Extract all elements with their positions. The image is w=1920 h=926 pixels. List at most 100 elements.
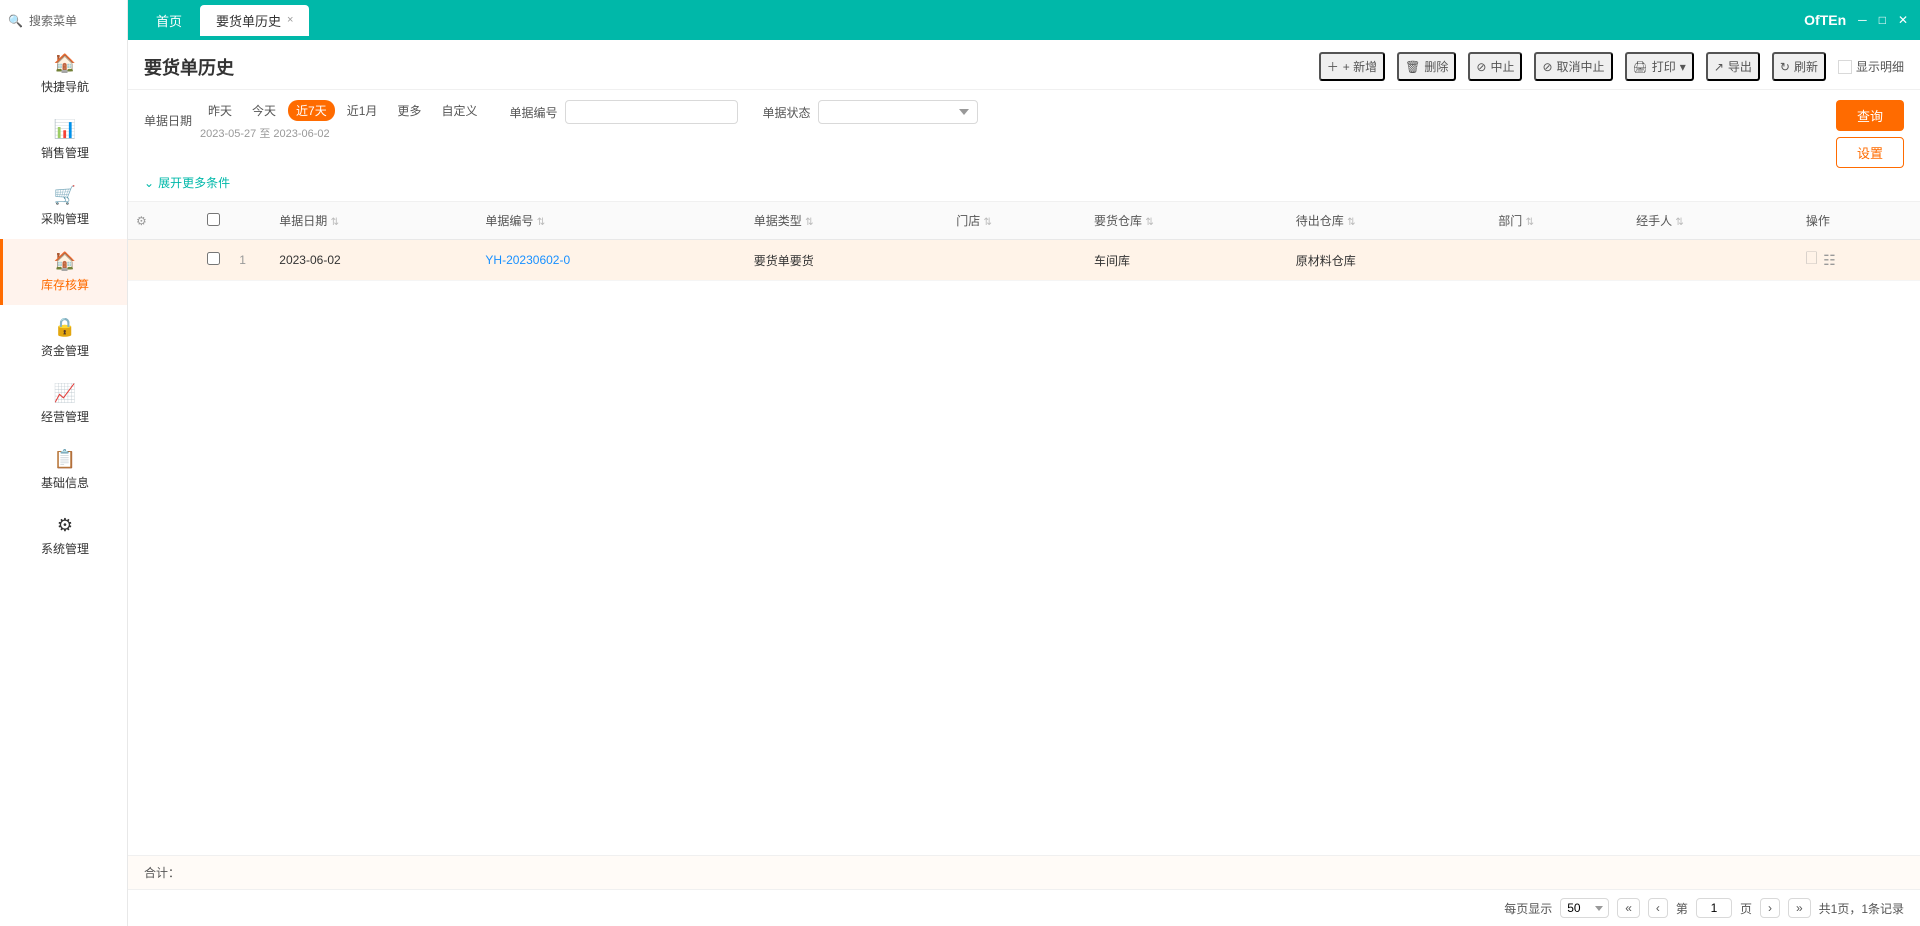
sidebar-search-label: 搜索菜单 bbox=[29, 12, 77, 29]
window-maximize-btn[interactable]: □ bbox=[1879, 13, 1886, 27]
delete-btn-label: 删除 bbox=[1424, 58, 1448, 75]
sort-pending-warehouse-icon[interactable]: ⇅ bbox=[1347, 217, 1355, 228]
first-page-btn[interactable]: « bbox=[1617, 898, 1640, 918]
row-num: 1 bbox=[231, 240, 271, 281]
page-word-pre: 第 bbox=[1676, 900, 1688, 917]
sidebar-item-operation[interactable]: 📈 经营管理 bbox=[0, 371, 127, 437]
date-filter-label: 单据日期 bbox=[144, 112, 192, 129]
next-page-btn[interactable]: › bbox=[1760, 898, 1780, 918]
stop-button[interactable]: ⊘ 中止 bbox=[1468, 52, 1522, 81]
sidebar-item-finance[interactable]: 🔒 资金管理 bbox=[0, 305, 127, 371]
sort-doc-no-icon[interactable]: ⇅ bbox=[537, 217, 545, 228]
tab-history-label: 要货单历史 bbox=[216, 11, 281, 30]
main-table: ⚙ 单据日期 ⇅ 单据编号 ⇅ bbox=[128, 202, 1920, 281]
shortcut-custom[interactable]: 自定义 bbox=[433, 100, 485, 121]
sort-doc-type-icon[interactable]: ⇅ bbox=[805, 217, 813, 228]
sort-handler-icon[interactable]: ⇅ bbox=[1675, 217, 1683, 228]
cancel-stop-button[interactable]: ⊘ 取消中止 bbox=[1534, 52, 1612, 81]
print-btn-label: 打印 bbox=[1652, 58, 1676, 75]
toolbar: ＋ + 新增 🗑 删除 ⊘ 中止 ⊘ 取消中止 🖨 打印 bbox=[1319, 52, 1904, 81]
col-settings[interactable]: ⚙ bbox=[128, 202, 199, 240]
doc-no-input[interactable] bbox=[565, 100, 738, 124]
row-doc-no: YH-20230602-0 bbox=[477, 240, 745, 281]
tab-close-icon[interactable]: × bbox=[287, 14, 293, 26]
export-btn-label: 导出 bbox=[1728, 58, 1752, 75]
page-input[interactable] bbox=[1696, 898, 1732, 918]
sort-store-icon[interactable]: ⇅ bbox=[984, 217, 992, 228]
table-body: 1 2023-06-02 YH-20230602-0 要货单要货 车间库 原材料… bbox=[128, 240, 1920, 281]
summary-label: 合计： bbox=[144, 864, 180, 881]
query-button[interactable]: 查询 bbox=[1836, 100, 1904, 131]
window-minimize-btn[interactable]: ─ bbox=[1858, 13, 1867, 27]
shortcut-7days[interactable]: 近7天 bbox=[288, 100, 335, 121]
sort-date-icon[interactable]: ⇅ bbox=[331, 217, 339, 228]
last-page-btn[interactable]: » bbox=[1788, 898, 1811, 918]
lock-icon: 🔒 bbox=[54, 317, 76, 338]
sidebar-item-sales[interactable]: 📊 销售管理 bbox=[0, 107, 127, 173]
refresh-icon: ↻ bbox=[1780, 60, 1790, 74]
select-all-checkbox[interactable] bbox=[207, 213, 220, 226]
shortcut-more[interactable]: 更多 bbox=[389, 100, 429, 121]
row-checkbox[interactable] bbox=[207, 252, 220, 265]
window-close-btn[interactable]: ✕ bbox=[1898, 13, 1908, 27]
footer-summary: 合计： bbox=[128, 855, 1920, 889]
col-doc-no: 单据编号 ⇅ bbox=[477, 202, 745, 240]
sidebar-item-system[interactable]: ⚙ 系统管理 bbox=[0, 503, 127, 569]
export-button[interactable]: ↗ 导出 bbox=[1706, 52, 1760, 81]
new-button[interactable]: ＋ + 新增 bbox=[1319, 52, 1385, 81]
row-more-icon[interactable]: ☷ bbox=[1823, 252, 1836, 269]
sidebar-item-label: 库存核算 bbox=[41, 276, 89, 293]
row-doc-type: 要货单要货 bbox=[746, 240, 948, 281]
status-filter: 单据状态 bbox=[762, 100, 978, 124]
per-page-label: 每页显示 bbox=[1504, 900, 1552, 917]
topbar: 首页 要货单历史 × OfTEn ─ □ ✕ bbox=[128, 0, 1920, 40]
chart-icon: 📊 bbox=[54, 119, 76, 140]
settings-button[interactable]: 设置 bbox=[1836, 137, 1904, 168]
sidebar-item-purchase[interactable]: 🛒 采购管理 bbox=[0, 173, 127, 239]
shortcut-today[interactable]: 今天 bbox=[244, 100, 284, 121]
col-dept: 部门 ⇅ bbox=[1490, 202, 1628, 240]
sidebar-item-label: 快捷导航 bbox=[41, 78, 89, 95]
page-title: 要货单历史 bbox=[144, 54, 234, 80]
tab-home-label: 首页 bbox=[156, 11, 182, 30]
row-dept bbox=[1490, 240, 1628, 281]
table-header-row: ⚙ 单据日期 ⇅ 单据编号 ⇅ bbox=[128, 202, 1920, 240]
tab-home[interactable]: 首页 bbox=[140, 5, 198, 36]
shortcut-1month[interactable]: 近1月 bbox=[339, 100, 386, 121]
sidebar-item-inventory[interactable]: 🏠 库存核算 bbox=[0, 239, 127, 305]
doc-no-link[interactable]: YH-20230602-0 bbox=[485, 253, 570, 267]
status-select[interactable] bbox=[818, 100, 978, 124]
sidebar-item-quick-nav[interactable]: 🏠 快捷导航 bbox=[0, 41, 127, 107]
sidebar-item-label: 销售管理 bbox=[41, 144, 89, 161]
row-edit-icon[interactable]: 🗌 bbox=[1806, 248, 1817, 272]
toggle-checkbox[interactable] bbox=[1838, 60, 1852, 74]
sidebar-item-basic[interactable]: 📋 基础信息 bbox=[0, 437, 127, 503]
col-num bbox=[231, 202, 271, 240]
delete-button[interactable]: 🗑 删除 bbox=[1397, 52, 1456, 81]
date-filter: 单据日期 昨天 今天 近7天 近1月 更多 自定义 2023-05-27 至 2… bbox=[144, 100, 485, 141]
sidebar-item-label: 经营管理 bbox=[41, 408, 89, 425]
per-page-select[interactable]: 50 100 bbox=[1560, 898, 1609, 918]
inventory-icon: 🏠 bbox=[54, 251, 76, 272]
expand-more-btn[interactable]: ⌄ 展开更多条件 bbox=[144, 174, 1904, 191]
sort-req-warehouse-icon[interactable]: ⇅ bbox=[1145, 217, 1153, 228]
tab-history[interactable]: 要货单历史 × bbox=[200, 5, 309, 36]
row-checkbox-cell bbox=[199, 240, 231, 281]
total-label: 共1页，1条记录 bbox=[1819, 900, 1904, 917]
refresh-button[interactable]: ↻ 刷新 bbox=[1772, 52, 1826, 81]
shortcut-yesterday[interactable]: 昨天 bbox=[200, 100, 240, 121]
sidebar-item-label: 系统管理 bbox=[41, 540, 89, 557]
date-shortcuts: 昨天 今天 近7天 近1月 更多 自定义 bbox=[200, 100, 485, 121]
prev-page-btn[interactable]: ‹ bbox=[1648, 898, 1668, 918]
table-area: ⚙ 单据日期 ⇅ 单据编号 ⇅ bbox=[128, 202, 1920, 855]
cancel-stop-btn-label: 取消中止 bbox=[1557, 58, 1605, 75]
sidebar: 🔍 搜索菜单 🏠 快捷导航 📊 销售管理 🛒 采购管理 🏠 库存核算 🔒 资金管… bbox=[0, 0, 128, 926]
doc-no-filter: 单据编号 bbox=[509, 100, 738, 124]
system-icon: ⚙ bbox=[57, 515, 73, 536]
stop-icon: ⊘ bbox=[1476, 60, 1486, 74]
sidebar-search[interactable]: 🔍 搜索菜单 bbox=[0, 0, 127, 41]
sort-dept-icon[interactable]: ⇅ bbox=[1526, 217, 1534, 228]
print-button[interactable]: 🖨 打印 ▾ bbox=[1625, 52, 1694, 81]
content-area: 要货单历史 ＋ + 新增 🗑 删除 ⊘ 中止 ⊘ 取消中止 bbox=[128, 40, 1920, 926]
display-cell-toggle[interactable]: 显示明细 bbox=[1838, 58, 1904, 75]
